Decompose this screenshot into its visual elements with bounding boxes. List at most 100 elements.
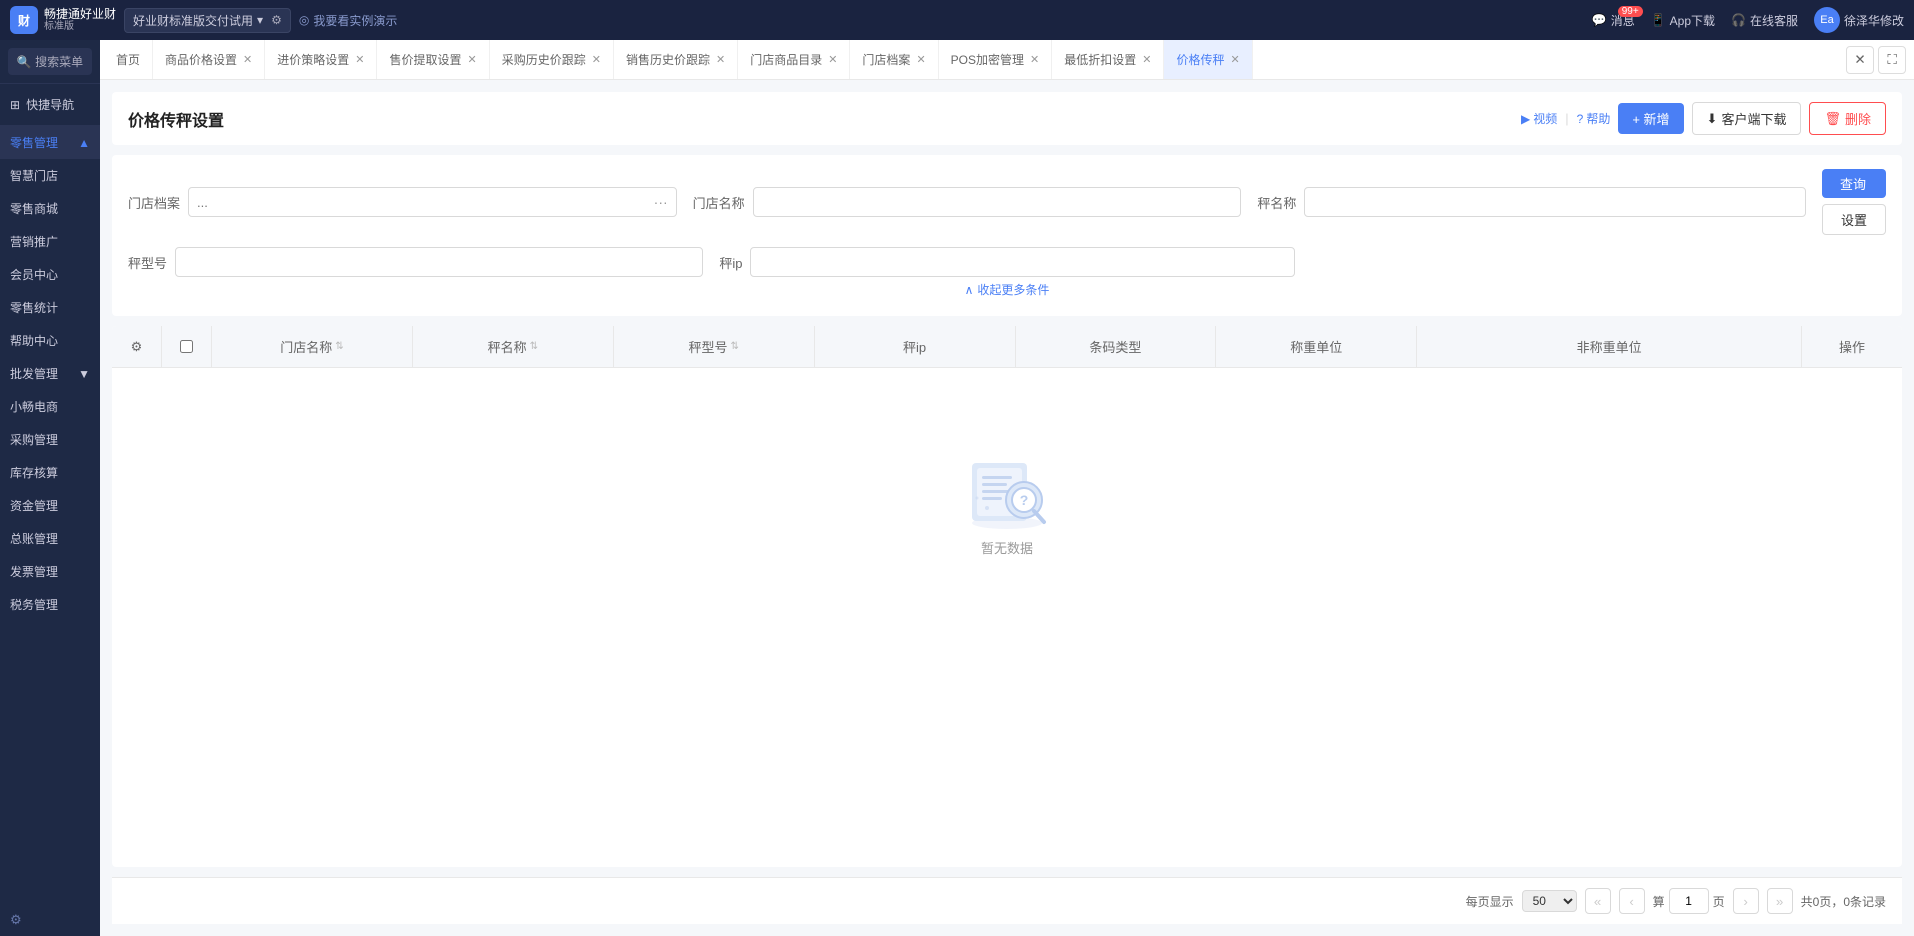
close-tab-min-discount[interactable]: ✕ bbox=[1142, 53, 1151, 66]
add-btn[interactable]: + 新增 bbox=[1618, 103, 1683, 134]
video-btn[interactable]: ▶ 视频 bbox=[1521, 110, 1557, 127]
th-checkbox[interactable] bbox=[162, 326, 212, 367]
sort-store-name-icon[interactable]: ⇅ bbox=[335, 341, 343, 352]
spacer bbox=[1311, 247, 1886, 277]
tab-store-catalog[interactable]: 门店商品目录 ✕ bbox=[738, 40, 850, 80]
sidebar-item-purchase-mgmt[interactable]: 采购管理 bbox=[0, 423, 100, 456]
tab-purchase-strategy[interactable]: 进价策略设置 ✕ bbox=[265, 40, 377, 80]
tab-sales-history[interactable]: 销售历史价跟踪 ✕ bbox=[614, 40, 738, 80]
page-title: 价格传秤设置 bbox=[128, 107, 224, 131]
close-tab-purchase-strategy[interactable]: ✕ bbox=[355, 53, 364, 66]
expand-tabs-btn[interactable]: ⛶ bbox=[1878, 46, 1906, 74]
first-page-btn[interactable]: « bbox=[1585, 888, 1611, 914]
sidebar-item-inventory[interactable]: 库存核算 bbox=[0, 456, 100, 489]
collapse-btn[interactable]: ∧ 收起更多条件 bbox=[128, 277, 1886, 302]
tab-min-discount[interactable]: 最低折扣设置 ✕ bbox=[1052, 40, 1164, 80]
sort-scale-name-icon[interactable]: ⇅ bbox=[530, 341, 538, 352]
tab-store-archive[interactable]: 门店档案 ✕ bbox=[850, 40, 938, 80]
expand-icon: ▲ bbox=[78, 136, 90, 150]
close-tab-store-archive[interactable]: ✕ bbox=[916, 53, 925, 66]
page-total: 共0页，0条记录 bbox=[1801, 893, 1886, 910]
sidebar-item-help-center[interactable]: 帮助中心 bbox=[0, 324, 100, 357]
help-btn[interactable]: ? 帮助 bbox=[1577, 110, 1611, 127]
sidebar-item-tax-mgmt[interactable]: 税务管理 bbox=[0, 588, 100, 621]
top-bar-left: 财 畅捷通好业财 标准版 好业财标准版交付试用 ▾ ⚙ ◎ 我要看实例演示 bbox=[10, 6, 397, 34]
sidebar-item-smart-store[interactable]: 智慧门店 bbox=[0, 159, 100, 192]
settings-icon[interactable]: ⚙ bbox=[271, 13, 282, 27]
sort-scale-model-icon[interactable]: ⇅ bbox=[731, 341, 739, 352]
sidebar-item-wholesale-mgmt[interactable]: 批发管理 ▼ bbox=[0, 357, 100, 390]
page-actions: ▶ 视频 | ? 帮助 + 新增 ⬇ 客户端下载 bbox=[1521, 102, 1886, 135]
sidebar-item-general-ledger[interactable]: 总账管理 bbox=[0, 522, 100, 555]
sidebar-item-finance[interactable]: 资金管理 bbox=[0, 489, 100, 522]
sidebar-settings-btn[interactable]: ⚙ bbox=[0, 904, 100, 936]
sidebar-item-retail-mgmt[interactable]: 零售管理 ▲ bbox=[0, 126, 100, 159]
last-page-btn[interactable]: » bbox=[1767, 888, 1793, 914]
page-size-select[interactable]: 50 10 20 100 bbox=[1522, 890, 1577, 912]
close-all-tabs-btn[interactable]: ✕ bbox=[1846, 46, 1874, 74]
message-icon: 💬 bbox=[1592, 13, 1607, 27]
store-archive-input[interactable] bbox=[189, 188, 646, 216]
last-page-icon: » bbox=[1776, 894, 1783, 909]
demo-link[interactable]: ◎ 我要看实例演示 bbox=[299, 12, 398, 29]
close-tab-sales-history[interactable]: ✕ bbox=[716, 53, 725, 66]
setting-btn[interactable]: 设置 bbox=[1822, 204, 1886, 235]
close-tab-pos-encrypt[interactable]: ✕ bbox=[1030, 53, 1039, 66]
collapse-icon: ▼ bbox=[78, 367, 90, 381]
sidebar-item-marketing[interactable]: 营销推广 bbox=[0, 225, 100, 258]
online-service-btn[interactable]: 🎧 在线客服 bbox=[1731, 12, 1798, 29]
sidebar-item-retail-mall[interactable]: 零售商城 bbox=[0, 192, 100, 225]
edition-selector[interactable]: 好业财标准版交付试用 ▾ ⚙ bbox=[124, 8, 291, 33]
tab-pos-encrypt[interactable]: POS加密管理 ✕ bbox=[939, 40, 1053, 80]
prev-page-btn[interactable]: ‹ bbox=[1619, 888, 1645, 914]
sidebar-item-ecommerce[interactable]: 小畅电商 bbox=[0, 390, 100, 423]
filter-area: 门店档案 ··· 门店名称 秤名称 bbox=[112, 155, 1902, 316]
select-all-checkbox[interactable] bbox=[180, 340, 193, 353]
filter-scale-name: 秤名称 bbox=[1257, 169, 1806, 235]
th-settings[interactable]: ⚙ bbox=[112, 326, 162, 367]
question-icon: ? bbox=[1577, 112, 1584, 126]
delete-btn[interactable]: 🗑 删除 bbox=[1809, 102, 1886, 135]
th-scale-ip: 秤ip bbox=[815, 326, 1016, 367]
tab-price-scale[interactable]: 价格传秤 ✕ bbox=[1164, 40, 1252, 80]
filter-store-archive: 门店档案 ··· bbox=[128, 169, 677, 235]
delete-icon: 🗑 bbox=[1824, 111, 1841, 127]
filter-store-name: 门店名称 bbox=[693, 169, 1242, 235]
scale-name-input[interactable] bbox=[1304, 187, 1806, 217]
table-header: ⚙ 门店名称 ⇅ 秤名称 ⇅ 秤型号 ⇅ bbox=[112, 326, 1902, 368]
close-tab-price-scale[interactable]: ✕ bbox=[1230, 53, 1239, 66]
main-content: 首页 商品价格设置 ✕ 进价策略设置 ✕ 售价提取设置 ✕ 采购历史价跟踪 ✕ … bbox=[100, 40, 1914, 936]
sidebar-item-retail-stats[interactable]: 零售统计 bbox=[0, 291, 100, 324]
store-archive-input-wrapper: ··· bbox=[188, 187, 677, 217]
tab-product-price[interactable]: 商品价格设置 ✕ bbox=[153, 40, 265, 80]
sidebar-item-member-center[interactable]: 会员中心 bbox=[0, 258, 100, 291]
close-tab-purchase-history[interactable]: ✕ bbox=[592, 53, 601, 66]
search-menu-button[interactable]: 🔍 搜索菜单 bbox=[8, 48, 92, 75]
tab-sale-price-extract[interactable]: 售价提取设置 ✕ bbox=[377, 40, 489, 80]
avatar: Ea bbox=[1814, 7, 1840, 33]
close-tab-store-catalog[interactable]: ✕ bbox=[828, 53, 837, 66]
app-download-btn[interactable]: 📱 App下载 bbox=[1651, 12, 1715, 29]
tab-home[interactable]: 首页 bbox=[104, 40, 153, 80]
scale-ip-input[interactable] bbox=[750, 247, 1294, 277]
message-btn[interactable]: 💬 消息 99+ bbox=[1592, 12, 1635, 29]
th-scale-name: 秤名称 ⇅ bbox=[413, 326, 614, 367]
nav-tabs-bar: 首页 商品价格设置 ✕ 进价策略设置 ✕ 售价提取设置 ✕ 采购历史价跟踪 ✕ … bbox=[100, 40, 1914, 80]
query-buttons: 查询 设置 bbox=[1822, 169, 1886, 235]
sidebar-item-quick-nav[interactable]: ⊞ 快捷导航 bbox=[0, 88, 100, 121]
user-menu[interactable]: Ea 徐泽华修改 bbox=[1814, 7, 1904, 33]
query-btn[interactable]: 查询 bbox=[1822, 169, 1886, 198]
app-logo-icon: 财 bbox=[10, 6, 38, 34]
client-download-btn[interactable]: ⬇ 客户端下载 bbox=[1692, 102, 1802, 135]
close-tab-product-price[interactable]: ✕ bbox=[243, 53, 252, 66]
scale-model-input[interactable] bbox=[175, 247, 703, 277]
store-name-input[interactable] bbox=[753, 187, 1242, 217]
store-archive-dots-icon[interactable]: ··· bbox=[646, 194, 676, 210]
next-page-btn[interactable]: › bbox=[1733, 888, 1759, 914]
sidebar-item-invoice-mgmt[interactable]: 发票管理 bbox=[0, 555, 100, 588]
empty-illustration: ? bbox=[952, 448, 1062, 538]
filter-row-2: 秤型号 秤ip bbox=[128, 247, 1886, 277]
tab-purchase-history[interactable]: 采购历史价跟踪 ✕ bbox=[490, 40, 614, 80]
page-number-input[interactable] bbox=[1669, 888, 1709, 914]
close-tab-sale-price-extract[interactable]: ✕ bbox=[468, 53, 477, 66]
